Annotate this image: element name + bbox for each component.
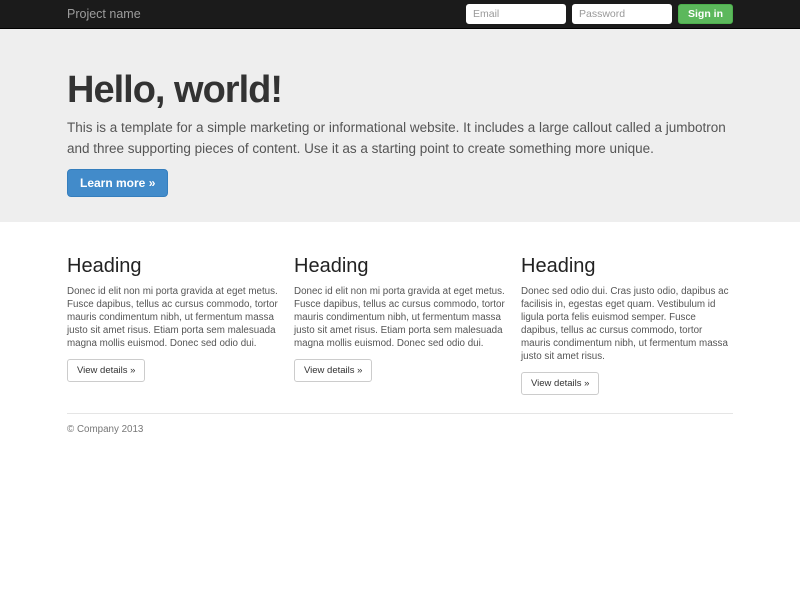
page-title: Hello, world! (67, 69, 283, 111)
marketing-section: Heading Donec id elit non mi porta gravi… (67, 255, 733, 435)
marketing-column-2: Heading Donec id elit non mi porta gravi… (294, 255, 506, 395)
marketing-column-1: Heading Donec id elit non mi porta gravi… (67, 255, 279, 395)
column-text: Donec id elit non mi porta gravida at eg… (67, 286, 278, 349)
email-field[interactable] (466, 4, 566, 24)
column-heading: Heading (521, 255, 596, 277)
copyright-text: © Company 2013 (67, 424, 144, 435)
footer: © Company 2013 (67, 413, 733, 435)
jumbotron: Hello, world! This is a template for a s… (0, 29, 800, 222)
signin-form: Sign in (466, 4, 733, 24)
top-navbar: Project name Sign in (0, 0, 800, 29)
view-details-button-3[interactable]: View details » (521, 372, 600, 395)
view-details-button-1[interactable]: View details » (67, 359, 146, 382)
jumbotron-description: This is a template for a simple marketin… (67, 120, 726, 156)
column-heading: Heading (294, 255, 369, 277)
signin-button[interactable]: Sign in (678, 4, 733, 24)
footer-divider (67, 413, 733, 414)
column-heading: Heading (67, 255, 142, 277)
brand-link[interactable]: Project name (67, 7, 141, 21)
password-field[interactable] (572, 4, 672, 24)
column-text: Donec sed odio dui. Cras justo odio, dap… (521, 286, 729, 362)
column-text: Donec id elit non mi porta gravida at eg… (294, 286, 505, 349)
learn-more-button[interactable]: Learn more » (67, 169, 169, 197)
marketing-column-3: Heading Donec sed odio dui. Cras justo o… (521, 255, 733, 395)
view-details-button-2[interactable]: View details » (294, 359, 373, 382)
